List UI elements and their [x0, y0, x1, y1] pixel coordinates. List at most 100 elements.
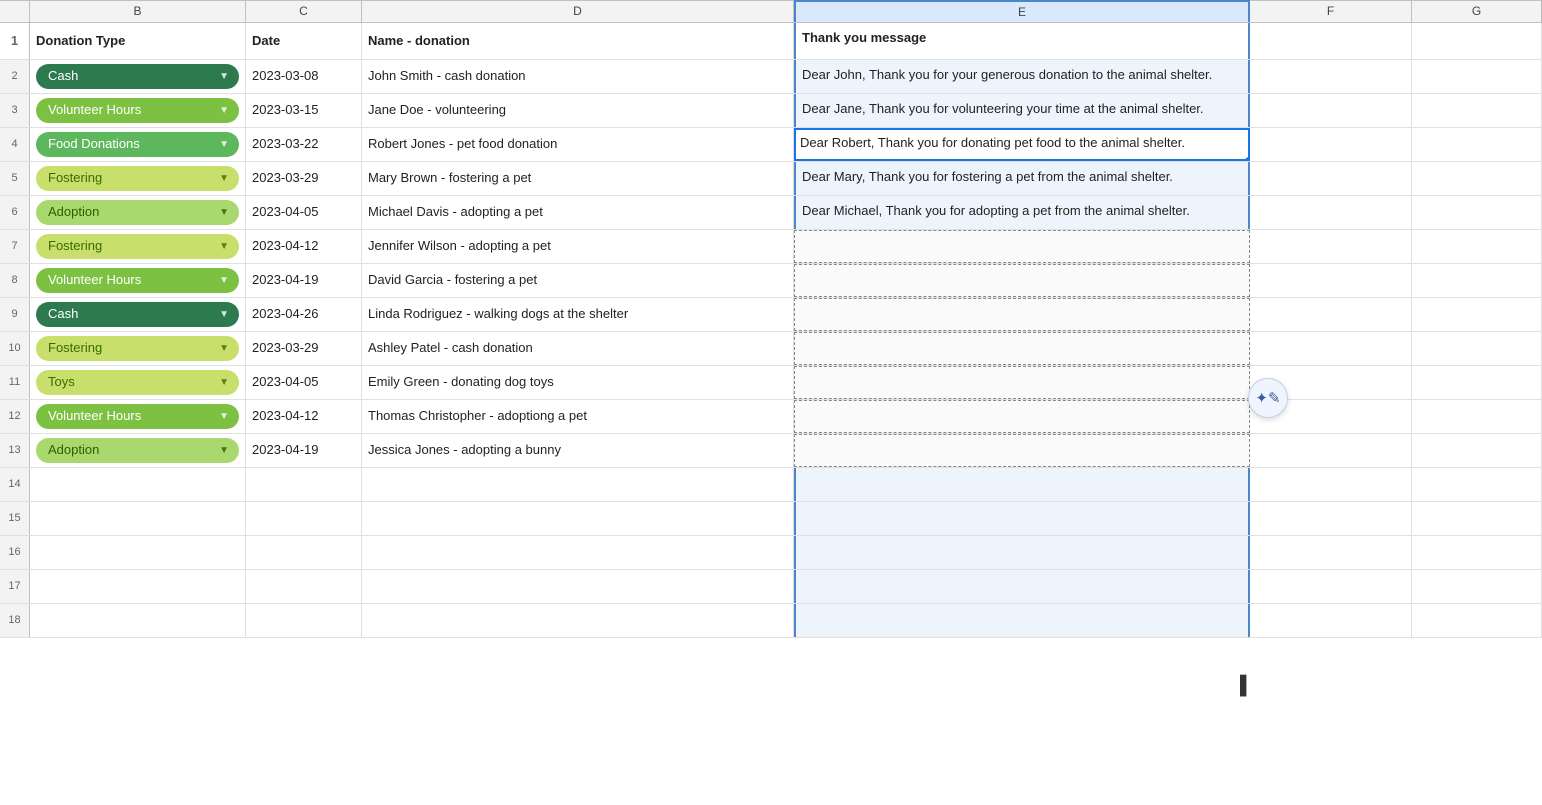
g-cell[interactable]	[1412, 502, 1542, 535]
chip-dropdown-arrow[interactable]: ▼	[219, 376, 229, 390]
col-header-c[interactable]: C	[246, 0, 362, 22]
donation-type-cell[interactable]	[30, 604, 246, 637]
f-cell[interactable]	[1250, 536, 1412, 569]
f-cell[interactable]	[1250, 570, 1412, 603]
message-cell[interactable]: Dear Robert, Thank you for donating pet …	[794, 128, 1250, 161]
donation-type-cell[interactable]: Cash▼	[30, 298, 246, 331]
message-cell[interactable]	[794, 366, 1250, 399]
donation-type-chip[interactable]: Cash▼	[36, 302, 239, 326]
donation-type-chip[interactable]: Cash▼	[36, 64, 239, 88]
chip-dropdown-arrow[interactable]: ▼	[219, 410, 229, 424]
f-cell[interactable]	[1250, 604, 1412, 637]
date-cell[interactable]	[246, 502, 362, 535]
message-cell[interactable]	[794, 332, 1250, 365]
chip-dropdown-arrow[interactable]: ▼	[219, 274, 229, 288]
donation-type-chip[interactable]: Fostering▼	[36, 234, 239, 258]
donation-type-chip[interactable]: Volunteer Hours▼	[36, 98, 239, 122]
donation-type-chip[interactable]: Adoption▼	[36, 438, 239, 462]
name-cell[interactable]	[362, 468, 794, 501]
name-cell[interactable]: Robert Jones - pet food donation	[362, 128, 794, 161]
chip-dropdown-arrow[interactable]: ▼	[219, 240, 229, 254]
chip-dropdown-arrow[interactable]: ▼	[219, 206, 229, 220]
donation-type-cell[interactable]	[30, 468, 246, 501]
f-cell[interactable]	[1250, 298, 1412, 331]
donation-type-cell[interactable]	[30, 502, 246, 535]
message-cell[interactable]	[794, 468, 1250, 501]
col-header-d[interactable]: D	[362, 0, 794, 22]
f-cell[interactable]	[1250, 196, 1412, 229]
g-cell[interactable]	[1412, 400, 1542, 433]
chip-dropdown-arrow[interactable]: ▼	[219, 342, 229, 356]
f-cell[interactable]	[1250, 94, 1412, 127]
message-cell[interactable]: Dear Mary, Thank you for fostering a pet…	[794, 162, 1250, 195]
f-cell[interactable]	[1250, 468, 1412, 501]
date-cell[interactable]: 2023-04-19	[246, 434, 362, 467]
name-cell[interactable]: Michael Davis - adopting a pet	[362, 196, 794, 229]
name-cell[interactable]: Jennifer Wilson - adopting a pet	[362, 230, 794, 263]
col-header-e[interactable]: E	[794, 0, 1250, 22]
g-cell[interactable]	[1412, 230, 1542, 263]
message-cell[interactable]: Dear John, Thank you for your generous d…	[794, 60, 1250, 93]
name-cell[interactable]	[362, 604, 794, 637]
date-cell[interactable]: 2023-03-08	[246, 60, 362, 93]
donation-type-chip[interactable]: Fostering▼	[36, 336, 239, 360]
f-cell[interactable]	[1250, 128, 1412, 161]
donation-type-cell[interactable]: Food Donations▼	[30, 128, 246, 161]
date-cell[interactable]: 2023-03-29	[246, 162, 362, 195]
date-cell[interactable]: 2023-04-05	[246, 366, 362, 399]
message-cell[interactable]	[794, 230, 1250, 263]
date-cell[interactable]: 2023-04-26	[246, 298, 362, 331]
name-cell[interactable]: Emily Green - donating dog toys	[362, 366, 794, 399]
message-cell[interactable]: Dear Michael, Thank you for adopting a p…	[794, 196, 1250, 229]
f-cell[interactable]	[1250, 162, 1412, 195]
name-cell[interactable]: John Smith - cash donation	[362, 60, 794, 93]
donation-type-cell[interactable]	[30, 536, 246, 569]
f-cell[interactable]	[1250, 502, 1412, 535]
donation-type-chip[interactable]: Toys▼	[36, 370, 239, 394]
g-cell[interactable]	[1412, 94, 1542, 127]
name-cell[interactable]: Linda Rodriguez - walking dogs at the sh…	[362, 298, 794, 331]
donation-type-cell[interactable]: Adoption▼	[30, 434, 246, 467]
g-cell[interactable]	[1412, 468, 1542, 501]
g-cell[interactable]	[1412, 604, 1542, 637]
donation-type-cell[interactable]: Fostering▼	[30, 162, 246, 195]
message-cell[interactable]	[794, 502, 1250, 535]
ai-assistant-button[interactable]: ✦✎	[1248, 378, 1288, 418]
name-cell[interactable]: Jessica Jones - adopting a bunny	[362, 434, 794, 467]
g-cell[interactable]	[1412, 332, 1542, 365]
g-cell[interactable]	[1412, 570, 1542, 603]
donation-type-cell[interactable]: Fostering▼	[30, 332, 246, 365]
date-cell[interactable]	[246, 536, 362, 569]
donation-type-cell[interactable]: Cash▼	[30, 60, 246, 93]
date-cell[interactable]: 2023-03-15	[246, 94, 362, 127]
date-cell[interactable]: 2023-04-12	[246, 230, 362, 263]
message-cell[interactable]	[794, 604, 1250, 637]
g-cell[interactable]	[1412, 298, 1542, 331]
donation-type-cell[interactable]	[30, 570, 246, 603]
name-cell[interactable]: Jane Doe - volunteering	[362, 94, 794, 127]
g-cell[interactable]	[1412, 162, 1542, 195]
f-cell[interactable]	[1250, 434, 1412, 467]
message-cell[interactable]	[794, 536, 1250, 569]
name-cell[interactable]: Ashley Patel - cash donation	[362, 332, 794, 365]
g-cell[interactable]	[1412, 434, 1542, 467]
date-cell[interactable]	[246, 468, 362, 501]
name-cell[interactable]	[362, 502, 794, 535]
donation-type-chip[interactable]: Fostering▼	[36, 166, 239, 190]
col-header-b[interactable]: B	[30, 0, 246, 22]
message-cell[interactable]: Dear Jane, Thank you for volunteering yo…	[794, 94, 1250, 127]
name-cell[interactable]: Mary Brown - fostering a pet	[362, 162, 794, 195]
chip-dropdown-arrow[interactable]: ▼	[219, 444, 229, 458]
g-cell[interactable]	[1412, 536, 1542, 569]
name-cell[interactable]: David Garcia - fostering a pet	[362, 264, 794, 297]
chip-dropdown-arrow[interactable]: ▼	[219, 104, 229, 118]
message-cell[interactable]	[794, 570, 1250, 603]
g-cell[interactable]	[1412, 366, 1542, 399]
chip-dropdown-arrow[interactable]: ▼	[219, 70, 229, 84]
donation-type-cell[interactable]: Fostering▼	[30, 230, 246, 263]
date-cell[interactable]: 2023-04-19	[246, 264, 362, 297]
message-cell[interactable]	[794, 298, 1250, 331]
col-header-f[interactable]: F	[1250, 0, 1412, 22]
donation-type-cell[interactable]: Toys▼	[30, 366, 246, 399]
f-cell[interactable]	[1250, 332, 1412, 365]
